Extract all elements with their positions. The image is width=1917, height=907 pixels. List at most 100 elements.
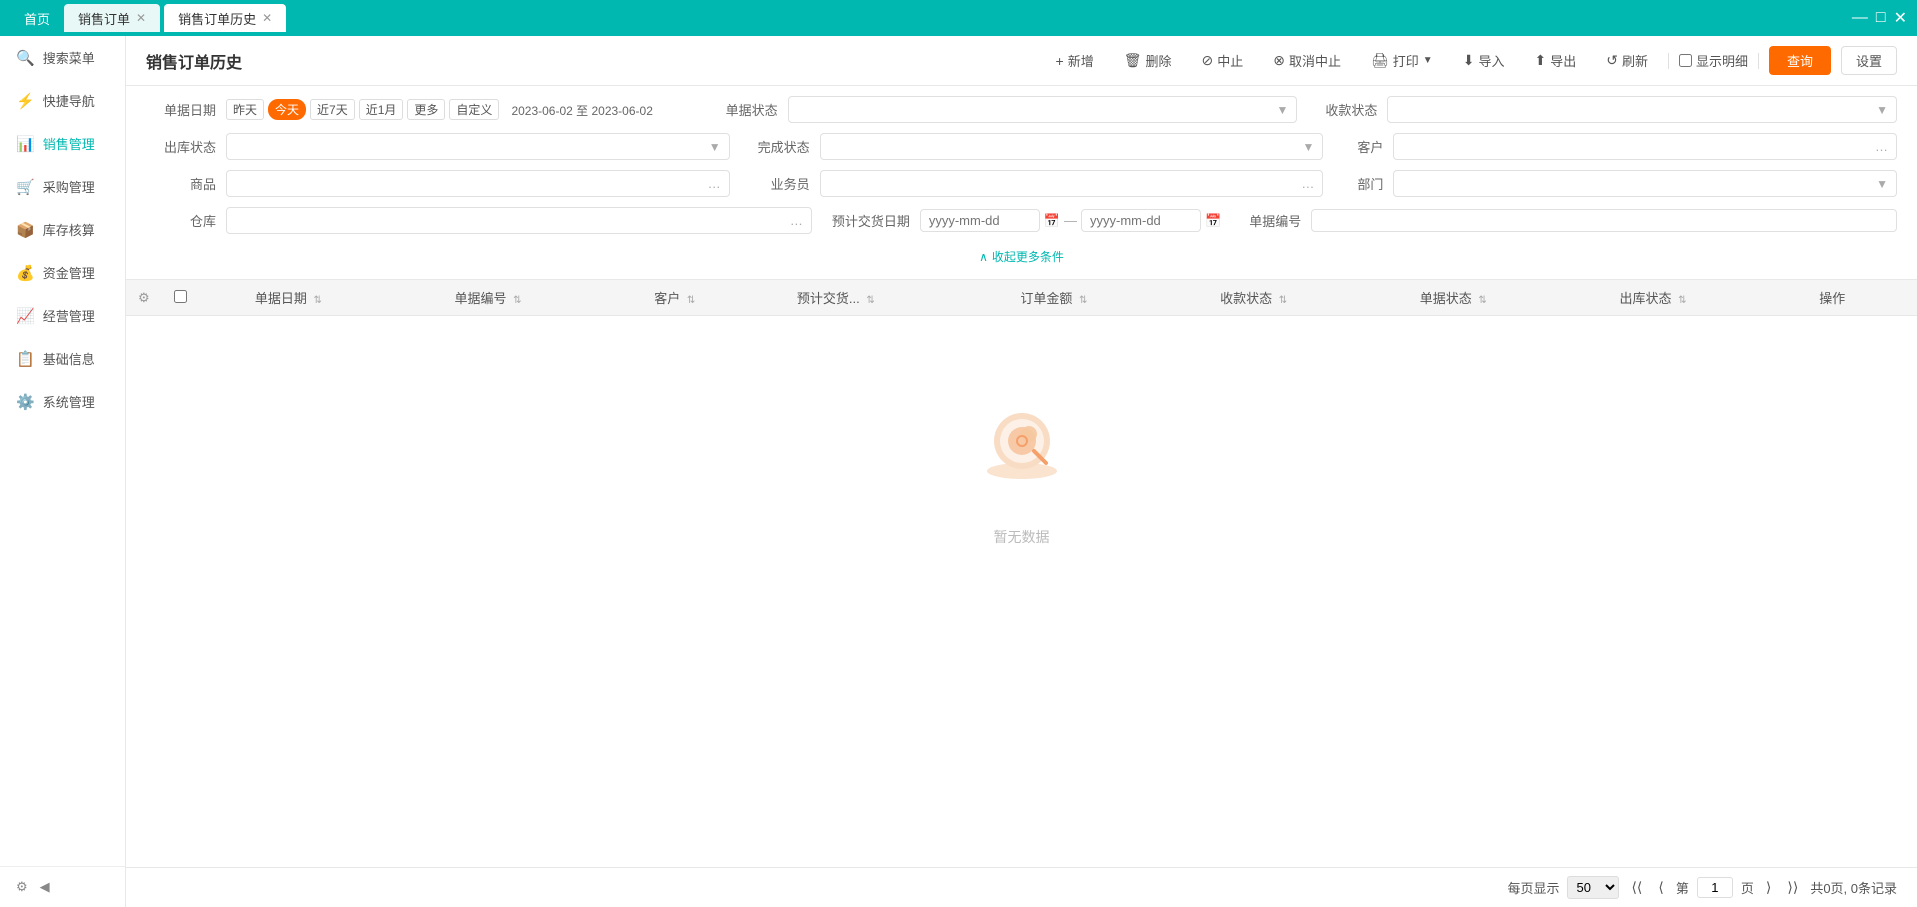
sort-delivery-status-icon[interactable]: ⇅ — [1678, 295, 1686, 306]
date-7days-btn[interactable]: 近7天 — [310, 99, 355, 120]
th-settings: ⚙ — [126, 280, 162, 316]
warehouse-input[interactable]: … — [226, 207, 812, 234]
minimize-button[interactable]: — — [1852, 9, 1868, 27]
prev-page-button[interactable]: ⟨ — [1654, 877, 1667, 898]
page-number-input[interactable] — [1697, 877, 1733, 898]
tab-sales-order-history[interactable]: 销售订单历史 ✕ — [164, 4, 286, 32]
expected-delivery-to[interactable] — [1081, 209, 1201, 232]
base-info-icon: 📋 — [16, 350, 35, 368]
salesman-input[interactable]: … — [820, 170, 1324, 197]
new-icon: + — [1056, 53, 1064, 69]
display-columns-checkbox[interactable] — [1679, 54, 1692, 67]
expected-delivery-label: 预计交货日期 — [832, 211, 920, 230]
finance-icon: 💰 — [16, 264, 35, 282]
sidebar-item-inventory[interactable]: 📦 库存核算 — [0, 208, 125, 251]
customer-dots-icon: … — [1875, 139, 1888, 154]
tab-home[interactable]: 首页 — [10, 4, 64, 32]
date-today-btn[interactable]: 今天 — [268, 99, 306, 120]
date-yesterday-btn[interactable]: 昨天 — [226, 99, 264, 120]
collapse-button[interactable]: ∧ 收起更多条件 — [979, 244, 1064, 269]
payment-status-select[interactable]: ▼ — [1387, 96, 1897, 123]
sidebar-item-operations[interactable]: 📈 经营管理 — [0, 294, 125, 337]
export-button[interactable]: ⬆ 导出 — [1524, 47, 1586, 74]
sidebar-item-purchase-mgmt[interactable]: 🛒 采购管理 — [0, 165, 125, 208]
print-arrow-icon: ▼ — [1423, 55, 1433, 66]
maximize-button[interactable]: □ — [1876, 9, 1886, 27]
new-button[interactable]: + 新增 — [1046, 47, 1104, 74]
data-table: ⚙ 单据日期 ⇅ 单据编号 ⇅ — [126, 280, 1917, 316]
page-size-label: 每页显示 — [1507, 878, 1559, 897]
first-page-button[interactable]: ⟨⟨ — [1627, 877, 1646, 898]
close-button[interactable]: ✕ — [1894, 8, 1907, 28]
sidebar-collapse-icon[interactable]: ◀ — [40, 879, 50, 895]
sidebar-settings-icon[interactable]: ⚙ — [16, 879, 28, 895]
print-button[interactable]: 🖨 打印 ▼ — [1361, 47, 1443, 74]
jump-label: 第 — [1676, 878, 1689, 897]
complete-status-select[interactable]: ▼ — [820, 133, 1324, 160]
sort-customer-icon[interactable]: ⇅ — [687, 295, 695, 306]
salesman-dots-icon: … — [1301, 176, 1314, 191]
delivery-status-label: 出库状态 — [146, 137, 226, 156]
delivery-status-select[interactable]: ▼ — [226, 133, 730, 160]
bill-no-label: 单据编号 — [1241, 211, 1311, 230]
cancel-stop-icon: ⊗ — [1273, 52, 1285, 69]
stop-button[interactable]: ⊘ 中止 — [1192, 47, 1254, 74]
tab-sales-order-history-close[interactable]: ✕ — [262, 11, 272, 25]
th-customer: 客户 ⇅ — [642, 280, 785, 316]
tab-sales-order-close[interactable]: ✕ — [136, 11, 146, 25]
operations-icon: 📈 — [16, 307, 35, 325]
sort-bill-status-icon[interactable]: ⇅ — [1478, 295, 1486, 306]
bill-no-input[interactable] — [1311, 209, 1897, 232]
dept-select[interactable]: ▼ — [1393, 170, 1897, 197]
cancel-stop-button[interactable]: ⊗ 取消中止 — [1263, 47, 1351, 74]
th-operation: 操作 — [1807, 280, 1917, 316]
customer-input[interactable]: … — [1393, 133, 1897, 160]
date-1month-btn[interactable]: 近1月 — [359, 99, 404, 120]
sort-order-amount-icon[interactable]: ⇅ — [1079, 295, 1087, 306]
calendar-to-icon[interactable]: 📅 — [1205, 213, 1221, 229]
bill-status-select[interactable]: ▼ — [788, 96, 1298, 123]
date-filter-label: 单据日期 — [146, 100, 226, 119]
import-button[interactable]: ⬇ 导入 — [1453, 47, 1515, 74]
th-payment-status: 收款状态 ⇅ — [1208, 280, 1408, 316]
page-title: 销售订单历史 — [146, 49, 242, 73]
sys-mgmt-icon: ⚙️ — [16, 393, 35, 411]
setting-button[interactable]: 设置 — [1841, 46, 1897, 75]
sidebar-item-quick-nav[interactable]: ⚡ 快捷导航 — [0, 79, 125, 122]
bill-status-label: 单据状态 — [718, 100, 788, 119]
sidebar-item-sys-mgmt[interactable]: ⚙️ 系统管理 — [0, 380, 125, 423]
calendar-from-icon[interactable]: 📅 — [1044, 213, 1060, 229]
refresh-button[interactable]: ↺ 刷新 — [1596, 47, 1658, 74]
sort-bill-no-icon[interactable]: ⇅ — [513, 295, 521, 306]
sort-payment-status-icon[interactable]: ⇅ — [1279, 295, 1287, 306]
sidebar-item-finance[interactable]: 💰 资金管理 — [0, 251, 125, 294]
filter-area: 单据日期 昨天 今天 近7天 近1月 更多 自定义 2023-06-02 至 2… — [126, 86, 1917, 280]
date-more-btn[interactable]: 更多 — [407, 99, 445, 120]
last-page-button[interactable]: ⟩⟩ — [1783, 877, 1802, 898]
th-order-amount: 订单金额 ⇅ — [1008, 280, 1208, 316]
query-button[interactable]: 查询 — [1769, 46, 1831, 75]
import-icon: ⬇ — [1463, 52, 1475, 69]
display-columns-toggle[interactable]: 显示明细 — [1679, 51, 1748, 70]
delete-button[interactable]: 🗑 删除 — [1114, 47, 1182, 74]
sales-mgmt-icon: 📊 — [16, 135, 35, 153]
salesman-label: 业务员 — [750, 174, 820, 193]
next-page-button[interactable]: ⟩ — [1762, 877, 1775, 898]
goods-input[interactable]: … — [226, 170, 730, 197]
sidebar-item-search-menu[interactable]: 🔍 搜索菜单 — [0, 36, 125, 79]
sort-bill-date-icon[interactable]: ⇅ — [313, 295, 321, 306]
expected-delivery-from[interactable] — [920, 209, 1040, 232]
sort-expected-delivery-icon[interactable]: ⇅ — [866, 295, 874, 306]
warehouse-label: 仓库 — [146, 211, 226, 230]
sidebar-item-sales-mgmt[interactable]: 📊 销售管理 — [0, 122, 125, 165]
sidebar-item-base-info[interactable]: 📋 基础信息 — [0, 337, 125, 380]
date-custom-btn[interactable]: 自定义 — [449, 99, 499, 120]
table-area: ⚙ 单据日期 ⇅ 单据编号 ⇅ — [126, 280, 1917, 867]
select-all-checkbox[interactable] — [174, 290, 187, 303]
table-settings-icon[interactable]: ⚙ — [138, 290, 150, 305]
page-size-select[interactable]: 50 10 20 100 — [1567, 876, 1619, 899]
main-layout: 🔍 搜索菜单 ⚡ 快捷导航 📊 销售管理 🛒 采购管理 📦 库存核算 💰 资金管… — [0, 36, 1917, 907]
th-expected-delivery: 预计交货... ⇅ — [785, 280, 1008, 316]
th-select — [162, 280, 243, 316]
tab-sales-order[interactable]: 销售订单 ✕ — [64, 4, 160, 32]
